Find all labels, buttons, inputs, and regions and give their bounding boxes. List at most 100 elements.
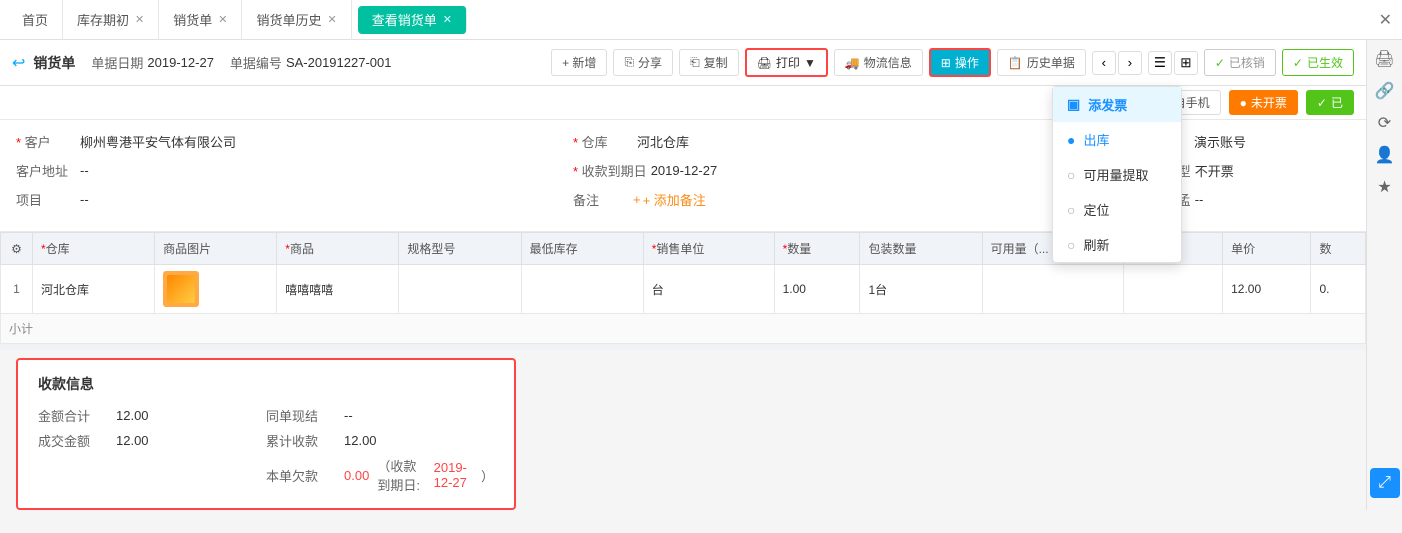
new-button[interactable]: + 新增 (551, 49, 607, 76)
prev-button[interactable]: ‹ (1092, 51, 1116, 75)
tab-bar: 首页 库存期初 ✕ 销货单 ✕ 销货单历史 ✕ 查看销货单 ✕ ✕ (0, 0, 1402, 40)
tab-sales-history[interactable]: 销货单历史 ✕ (242, 0, 351, 40)
tab-view-sales[interactable]: 查看销货单 ✕ (358, 6, 467, 34)
col-qty: *数量 (774, 233, 860, 265)
copy-icon: ⎗ (690, 55, 700, 70)
share-button[interactable]: ⎘ 分享 (613, 49, 673, 76)
sold-status-button[interactable]: ✓ 已核销 (1204, 49, 1276, 76)
payment-info-title: 收款信息 (38, 374, 494, 394)
row-product: 嘻嘻嘻嘻 (277, 265, 399, 314)
number-label: 单据编号 (230, 53, 282, 72)
refresh-icon: ○ (1067, 237, 1075, 253)
share-icon: ⎘ (624, 55, 634, 70)
payment-cumulative: 累计收款 12.00 (266, 431, 494, 450)
logistics-icon: 🚚 (845, 56, 860, 70)
cumulative-label: 累计收款 (266, 431, 336, 450)
sidebar-user-icon[interactable]: 👤 (1370, 140, 1400, 170)
payment-deal-amount: 成交金额 12.00 (38, 431, 266, 450)
dropdown-add-invoice[interactable]: ▣ 添发票 (1053, 87, 1181, 122)
doc-title: ↩ 销货单 (12, 53, 75, 73)
list-view-button[interactable]: ☰ (1148, 51, 1172, 75)
effective-status-button[interactable]: ✓ 已生效 (1282, 49, 1354, 76)
toolbar: ↩ 销货单 单据日期 2019-12-27 单据编号 SA-20191227-0… (0, 40, 1366, 86)
row-price: 12.00 (1223, 265, 1311, 314)
row-unit: 台 (643, 265, 774, 314)
deal-amount-value: 12.00 (116, 433, 149, 448)
same-order-label: 同单现结 (266, 406, 336, 425)
toolbar-actions: + 新增 ⎘ 分享 ⎗ 复制 🖨 打印 ▼ 🚚 物流信息 (551, 48, 1354, 77)
note-label: 备注 (573, 190, 633, 209)
dropdown-locate[interactable]: ○ 定位 (1053, 192, 1181, 227)
right-sidebar: 🖨 🔗 ⟳ 👤 ★ ⤢ (1366, 40, 1402, 510)
note-field: 备注 + + 添加备注 (573, 190, 1130, 209)
next-button[interactable]: › (1118, 51, 1142, 75)
warehouse-field: 仓库 河北仓库 (573, 132, 1130, 151)
doc-icon: ↩ (12, 53, 25, 73)
cumulative-value: 12.00 (344, 433, 377, 448)
payment-date-label: 收款到期日 (573, 161, 647, 180)
ops-dropdown-menu: ▣ 添发票 ● 出库 ○ 可用量提取 ○ 定位 ○ 刷新 (1052, 86, 1182, 263)
row-product-img (155, 265, 277, 314)
customer-label: 客户 (16, 132, 76, 151)
sold-check-icon: ✓ (1215, 56, 1225, 70)
ops-icon: ⊞ (941, 56, 951, 70)
tab-inventory[interactable]: 库存期初 ✕ (63, 0, 159, 40)
confirm-button[interactable]: ✓ 已 (1306, 90, 1354, 115)
locate-icon: ○ (1067, 202, 1075, 218)
tab-home[interactable]: 首页 (8, 0, 63, 40)
print-button[interactable]: 🖨 打印 ▼ (745, 48, 828, 77)
row-number: 1 (1, 265, 33, 314)
history-icon: 📋 (1008, 56, 1023, 70)
total-amount-value: 12.00 (116, 408, 149, 423)
logistics-button[interactable]: 🚚 物流信息 (834, 49, 923, 76)
product-image (163, 271, 199, 307)
print-icon: 🖨 (757, 56, 772, 70)
col-extra: 数 (1311, 233, 1366, 265)
tab-sales[interactable]: 销货单 ✕ (159, 0, 242, 40)
close-sales-tab[interactable]: ✕ (218, 13, 227, 26)
sidebar-print-icon[interactable]: 🖨 (1370, 44, 1400, 74)
dropdown-outbound[interactable]: ● 出库 (1053, 122, 1181, 157)
available-qty-icon: ○ (1067, 167, 1075, 183)
close-window-button[interactable]: ✕ (1379, 10, 1392, 30)
close-view-sales-tab[interactable]: ✕ (443, 13, 452, 26)
debt-date: 2019-12-27 (434, 460, 473, 490)
view-buttons: ☰ ⊞ (1148, 51, 1198, 75)
copy-button[interactable]: ⎗ 复制 (679, 49, 739, 76)
add-note-button[interactable]: + + 添加备注 (633, 190, 706, 209)
divider (0, 344, 1366, 350)
close-inventory-tab[interactable]: ✕ (135, 13, 144, 26)
sidebar-expand-icon[interactable]: ⤢ (1370, 468, 1400, 498)
col-settings[interactable]: ⚙ (1, 233, 33, 265)
close-history-tab[interactable]: ✕ (328, 13, 337, 26)
effective-check-icon: ✓ (1293, 56, 1303, 70)
dropdown-available-qty[interactable]: ○ 可用量提取 (1053, 157, 1181, 192)
payment-date-field: 收款到期日 2019-12-27 (573, 161, 1130, 180)
row-pkg-qty: 1台 (860, 265, 982, 314)
table-row: 1 河北仓库 嘻嘻嘻嘻 台 1.00 1台 (1, 265, 1366, 314)
nav-arrows: ‹ › (1092, 51, 1142, 75)
payment-same-order: 同单现结 -- (266, 406, 494, 425)
dropdown-refresh[interactable]: ○ 刷新 (1053, 227, 1181, 262)
col-spec: 规格型号 (399, 233, 521, 265)
current-debt-label: 本单欠款 (266, 466, 336, 485)
sidebar-refresh-icon[interactable]: ⟳ (1370, 108, 1400, 138)
col-pkg-qty: 包装数量 (860, 233, 982, 265)
ticket-icon: ● (1240, 96, 1247, 110)
project-field: 项目 -- (16, 190, 573, 209)
warehouse-label: 仓库 (573, 132, 633, 151)
sidebar-link-icon[interactable]: 🔗 (1370, 76, 1400, 106)
warehouse-value: 河北仓库 (633, 132, 693, 151)
grid-view-button[interactable]: ⊞ (1174, 51, 1198, 75)
addr-field: 客户地址 -- (16, 161, 573, 180)
outbound-icon: ● (1067, 132, 1075, 148)
addr-value: -- (76, 163, 93, 178)
sidebar-star-icon[interactable]: ★ (1370, 172, 1400, 202)
not-opened-button[interactable]: ● 未开票 (1229, 90, 1298, 115)
col-unit: *销售单位 (643, 233, 774, 265)
plus-icon: + (633, 192, 641, 207)
ops-button[interactable]: ⊞ 操作 (929, 48, 991, 77)
date-value: 2019-12-27 (147, 55, 214, 70)
project-label: 项目 (16, 190, 76, 209)
history-button[interactable]: 📋 历史单据 (997, 49, 1086, 76)
